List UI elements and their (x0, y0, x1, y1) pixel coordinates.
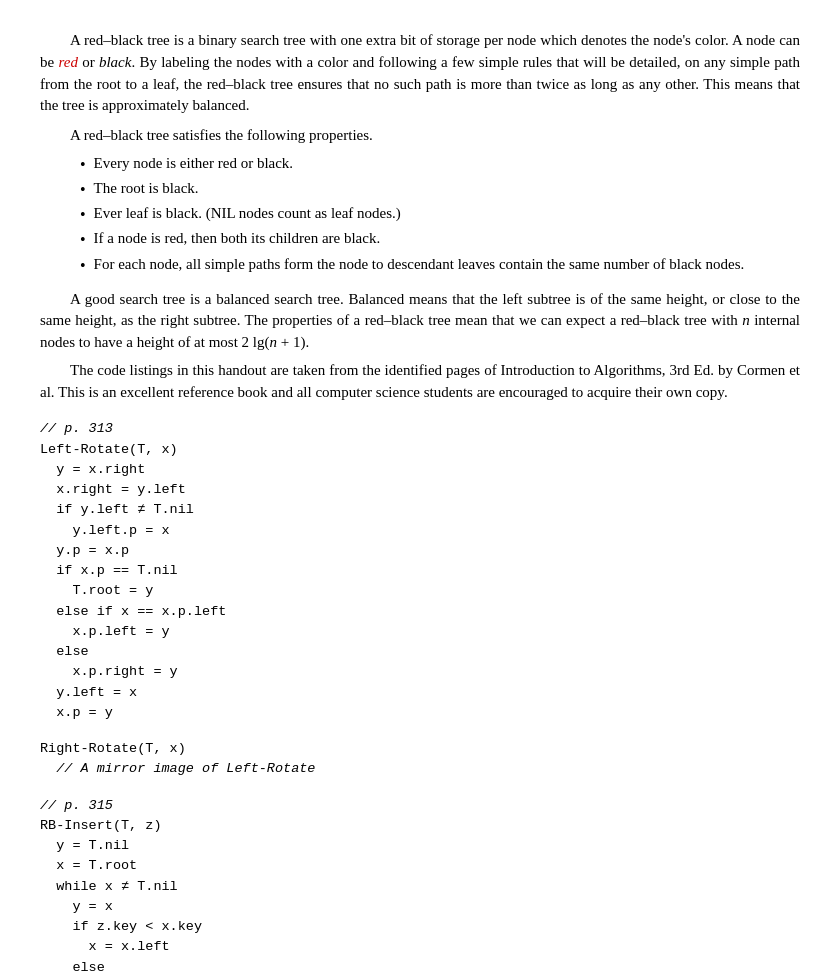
list-item: • The root is black. (80, 178, 800, 201)
list-item-text: Every node is either red or black. (94, 153, 294, 175)
second-paragraph: A good search tree is a balanced search … (40, 289, 800, 354)
list-item: • If a node is red, then both its childr… (80, 228, 800, 251)
n-italic2: n (270, 334, 278, 350)
list-item: • For each node, all simple paths form t… (80, 254, 800, 277)
list-item-text: Ever leaf is black. (NIL nodes count as … (94, 203, 401, 225)
code-comment-2: // A mirror image of Left-Rotate (56, 761, 315, 776)
code-block-2: Right-Rotate(T, x) // A mirror image of … (40, 739, 800, 780)
code-comment-3: // p. 315 (40, 798, 113, 813)
properties-heading: A red–black tree satisfies the following… (40, 125, 800, 147)
code-block-1: // p. 313 Left-Rotate(T, x) y = x.right … (40, 419, 800, 723)
bullet-dot: • (80, 254, 86, 277)
code-section-2: Right-Rotate(T, x) // A mirror image of … (40, 739, 800, 780)
third-paragraph: The code listings in this handout are ta… (40, 360, 800, 404)
black-word: black (99, 54, 131, 70)
code-section-3: // p. 315 RB-Insert(T, z) y = T.nil x = … (40, 796, 800, 974)
code-block-3: // p. 315 RB-Insert(T, z) y = T.nil x = … (40, 796, 800, 974)
list-item: • Ever leaf is black. (NIL nodes count a… (80, 203, 800, 226)
properties-list: • Every node is either red or black. • T… (80, 153, 800, 277)
n-italic: n (742, 312, 750, 328)
list-item-text: For each node, all simple paths form the… (94, 254, 745, 276)
code-section-1: // p. 313 Left-Rotate(T, x) y = x.right … (40, 419, 800, 723)
red-word: red (58, 54, 77, 70)
list-item: • Every node is either red or black. (80, 153, 800, 176)
list-item-text: The root is black. (94, 178, 199, 200)
bullet-dot: • (80, 178, 86, 201)
bullet-dot: • (80, 203, 86, 226)
bullet-dot: • (80, 228, 86, 251)
list-item-text: If a node is red, then both its children… (94, 228, 381, 250)
intro-paragraph-1: A red–black tree is a binary search tree… (40, 30, 800, 117)
bullet-dot: • (80, 153, 86, 176)
code-comment-1: // p. 313 (40, 421, 113, 436)
